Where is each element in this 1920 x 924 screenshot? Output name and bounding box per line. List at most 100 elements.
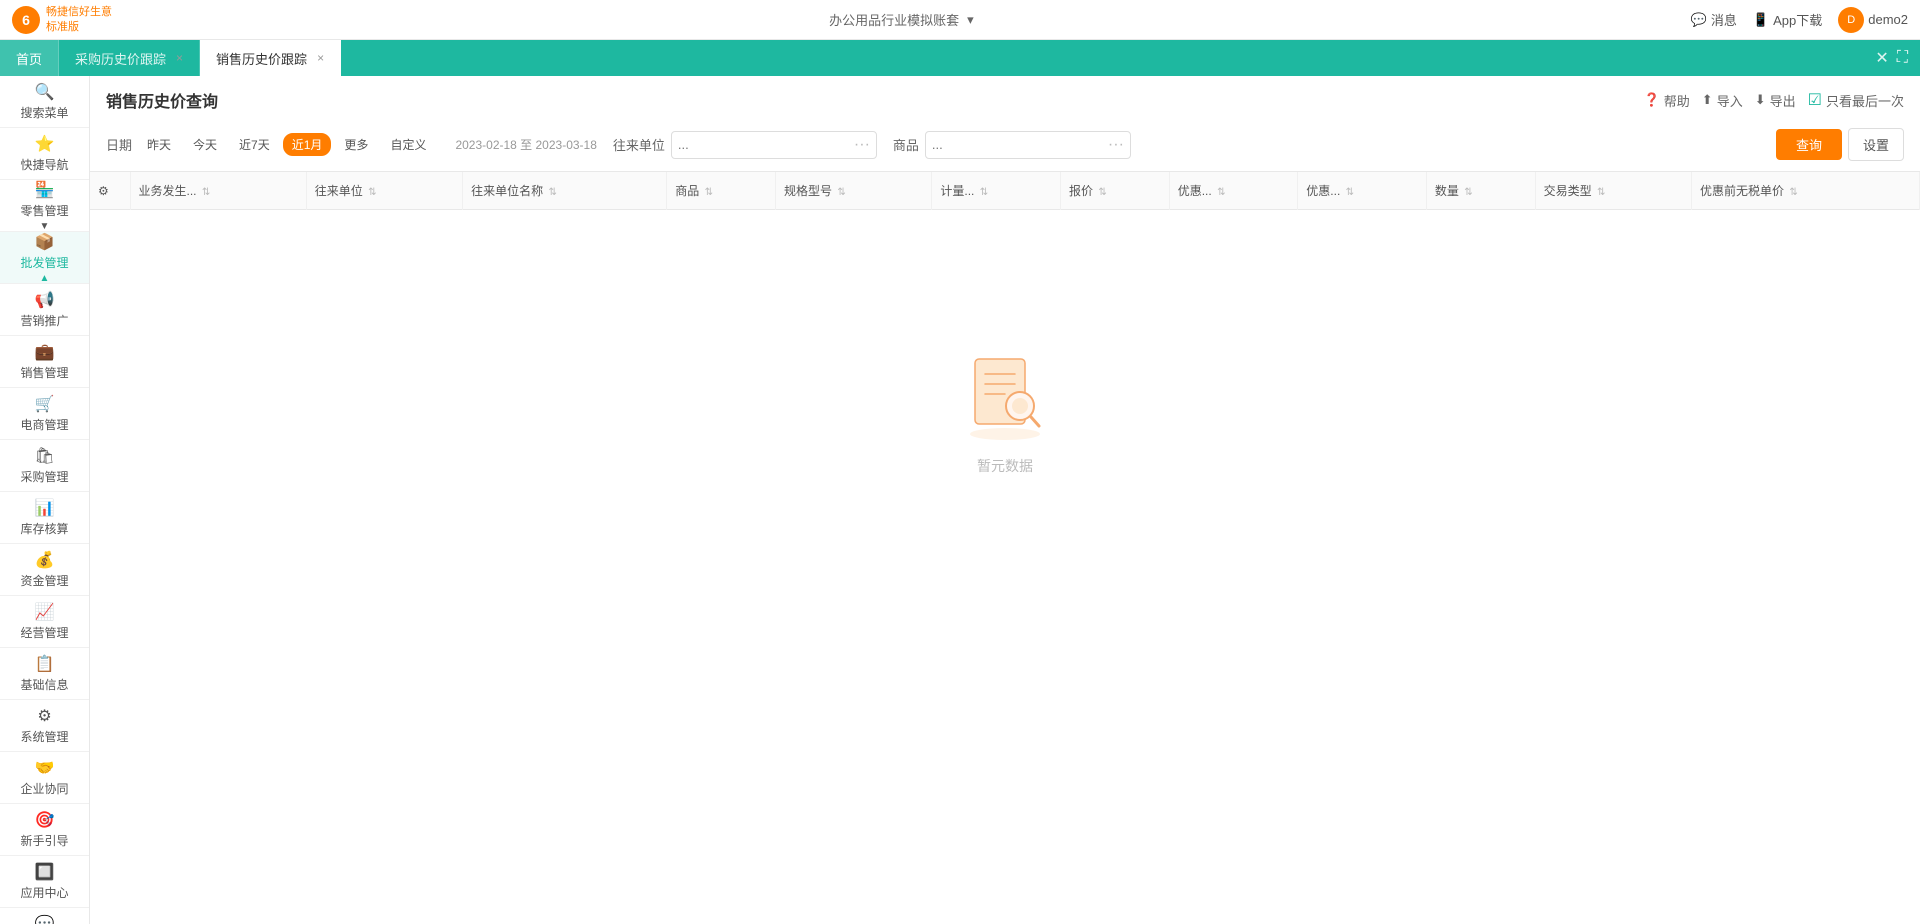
sidebar-label-retail: 零售管理 [20,202,68,219]
col-partner-code-label: 往来单位 [315,184,363,198]
col-discount2[interactable]: 优惠... ⇅ [1298,172,1427,210]
date-btn-custom[interactable]: 自定义 [381,133,435,156]
sidebar-item-system[interactable]: ⚙ 系统管理 [0,700,89,752]
setting-button[interactable]: 设置 [1848,128,1904,161]
sidebar-label-guide: 新手引导 [20,832,68,849]
export-button[interactable]: ⬇ 导出 [1755,91,1796,110]
col-spec[interactable]: 规格型号 ⇅ [775,172,931,210]
app-download-button[interactable]: 📱 App下载 [1753,10,1822,29]
table-container: ⚙ 业务发生... ⇅ 往来单位 ⇅ 往来单位名称 ⇅ [90,172,1920,924]
workspace-selector[interactable]: 办公用品行业模拟账套 ▾ [829,10,974,29]
col-qty[interactable]: 数量 ⇅ [1426,172,1535,210]
date-btn-7days[interactable]: 近7天 [230,133,279,156]
filter-actions: 查询 设置 [1776,128,1904,161]
sidebar-item-purchase[interactable]: 🛍 采购管理 [0,440,89,492]
col-settings[interactable]: ⚙ [90,172,130,210]
col-partner-name[interactable]: 往来单位名称 ⇅ [463,172,667,210]
sidebar-item-ecommerce[interactable]: 🛒 电商管理 [0,388,89,440]
query-button[interactable]: 查询 [1776,129,1842,160]
sort-discount1: ⇅ [1217,187,1225,198]
col-discount1[interactable]: 优惠... ⇅ [1169,172,1298,210]
export-label: 导出 [1770,91,1796,110]
settings-icon[interactable]: ⚙ [98,184,109,198]
tab-home-label: 首页 [16,49,42,68]
search-icon: 🔍 [35,82,55,102]
sort-discount2: ⇅ [1346,187,1354,198]
app-icon: 📱 [1753,12,1769,28]
guide-icon: 🎯 [35,810,55,830]
message-button[interactable]: 💬 消息 [1691,10,1737,29]
tab-sales-history[interactable]: 销售历史价跟踪 × [200,40,341,76]
logo-area: 6 畅捷信好生意 标准版 [12,5,112,34]
sort-goods: ⇅ [705,187,713,198]
page-header: 销售历史价查询 ❓ 帮助 ⬆ 导入 ⬇ 导出 ☑ [90,76,1920,172]
tab-sales-close[interactable]: × [317,51,324,65]
purchase-icon: 🛍 [34,446,54,466]
customer-filter: 往来单位 ··· [613,131,877,159]
user-menu[interactable]: D demo2 [1838,7,1908,33]
page-title: 销售历史价查询 [106,88,218,112]
marketing-icon: 📢 [35,290,55,310]
col-unit[interactable]: 计量... ⇅ [932,172,1061,210]
col-pretax-price-label: 优惠前无税单价 [1700,184,1784,198]
date-btn-more[interactable]: 更多 [335,133,377,156]
date-btn-yesterday[interactable]: 昨天 [138,133,180,156]
workspace-label: 办公用品行业模拟账套 [829,10,959,29]
sidebar-item-collab[interactable]: 🤝 企业协同 [0,752,89,804]
col-biz-date[interactable]: 业务发生... ⇅ [130,172,306,210]
help-button[interactable]: ❓ 帮助 [1644,91,1690,110]
workspace-dropdown-icon[interactable]: ▾ [967,12,974,28]
goods-label: 商品 [893,135,919,154]
col-quote[interactable]: 报价 ⇅ [1060,172,1169,210]
goods-search-icon[interactable]: ··· [1108,136,1124,154]
tab-home[interactable]: 首页 [0,40,59,76]
col-goods[interactable]: 商品 ⇅ [667,172,776,210]
tab-purchase-label: 采购历史价跟踪 [75,49,166,68]
customer-search-icon[interactable]: ··· [854,136,870,154]
date-btn-1month[interactable]: 近1月 [283,133,332,156]
sidebar-item-base[interactable]: 📋 基础信息 [0,648,89,700]
sidebar-item-wechat[interactable]: 💬 企业微信 [0,908,89,924]
sidebar-item-ops[interactable]: 📈 经营管理 [0,596,89,648]
avatar: D [1838,7,1864,33]
logo-icon: 6 [12,6,40,34]
tab-purchase-history[interactable]: 采购历史价跟踪 × [59,40,200,76]
col-pretax-price[interactable]: 优惠前无税单价 ⇅ [1692,172,1920,210]
data-table: ⚙ 业务发生... ⇅ 往来单位 ⇅ 往来单位名称 ⇅ [90,172,1920,210]
goods-input[interactable] [932,137,1108,152]
top-bar: 6 畅捷信好生意 标准版 办公用品行业模拟账套 ▾ 💬 消息 📱 App下载 D… [0,0,1920,40]
sidebar-label-ecommerce: 电商管理 [20,416,68,433]
sidebar-item-apps[interactable]: 🔲 应用中心 [0,856,89,908]
main-layout: 🔍 搜索菜单 ⭐ 快捷导航 🏪 零售管理 ▼ 📦 批发管理 ▲ 📢 营销推广 💼… [0,76,1920,924]
sidebar-item-shortcut[interactable]: ⭐ 快捷导航 [0,128,89,180]
tab-purchase-close[interactable]: × [176,51,183,65]
table-header-row: ⚙ 业务发生... ⇅ 往来单位 ⇅ 往来单位名称 ⇅ [90,172,1920,210]
sidebar-item-marketing[interactable]: 📢 营销推广 [0,284,89,336]
date-range-display: 2023-02-18 至 2023-03-18 [451,136,596,153]
base-icon: 📋 [35,654,55,674]
col-partner-code[interactable]: 往来单位 ⇅ [306,172,462,210]
sidebar-item-wholesale[interactable]: 📦 批发管理 ▲ [0,232,89,284]
goods-input-wrapper[interactable]: ··· [925,131,1131,159]
date-btn-today[interactable]: 今天 [184,133,226,156]
col-spec-label: 规格型号 [784,184,832,198]
col-trade-type[interactable]: 交易类型 ⇅ [1535,172,1691,210]
sidebar-item-retail[interactable]: 🏪 零售管理 ▼ [0,180,89,232]
wechat-icon: 💬 [35,914,55,924]
app-label: App下载 [1773,10,1822,29]
sort-spec: ⇅ [837,187,845,198]
customer-input-wrapper[interactable]: ··· [671,131,877,159]
sidebar-item-finance[interactable]: 💰 资金管理 [0,544,89,596]
import-button[interactable]: ⬆ 导入 [1702,91,1743,110]
only-last-checkbox[interactable]: ☑ 只看最后一次 [1808,90,1904,110]
tab-close-window[interactable]: ✕ [1875,48,1888,68]
sidebar-item-guide[interactable]: 🎯 新手引导 [0,804,89,856]
tab-sales-label: 销售历史价跟踪 [216,49,307,68]
customer-input[interactable] [678,137,854,152]
checkbox-icon: ☑ [1808,90,1822,110]
sidebar-item-inventory[interactable]: 📊 库存核算 [0,492,89,544]
tab-maximize[interactable]: ⛶ [1897,49,1908,67]
retail-arrow: ▼ [40,221,50,232]
sidebar-item-search[interactable]: 🔍 搜索菜单 [0,76,89,128]
sidebar-item-sales[interactable]: 💼 销售管理 [0,336,89,388]
